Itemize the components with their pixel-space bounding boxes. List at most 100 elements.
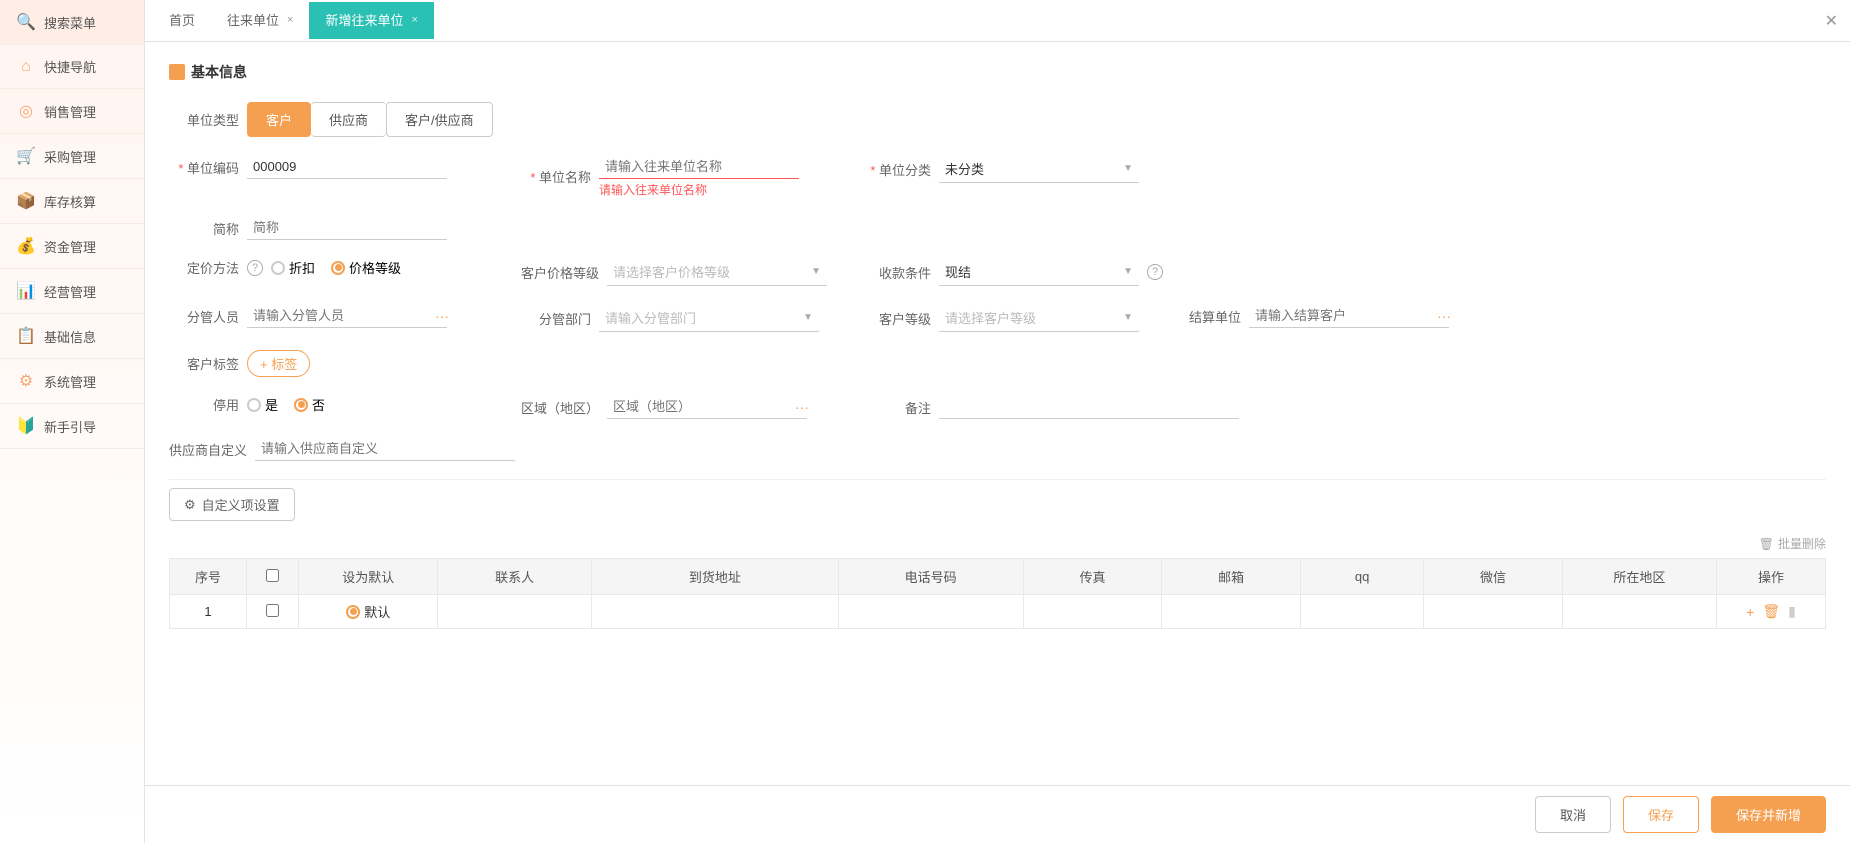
custom-settings-label: 自定义项设置 xyxy=(202,495,280,514)
add-tag-button[interactable]: + 标签 xyxy=(247,350,310,377)
address-input[interactable] xyxy=(602,604,828,619)
pricing-price-level-radio[interactable]: 价格等级 xyxy=(331,258,401,277)
sidebar-item-finance[interactable]: 💰 资金管理 xyxy=(0,224,144,269)
tab-home[interactable]: 首页 xyxy=(153,2,211,39)
tab-new-counterparty-label: 新增往来单位 xyxy=(325,10,403,29)
tab-counterparty[interactable]: 往来单位 × xyxy=(211,2,309,39)
col-default: 设为默认 xyxy=(299,559,438,595)
batch-delete-label[interactable]: 批量删除 xyxy=(1778,535,1826,552)
sidebar-item-operations[interactable]: 📊 经营管理 xyxy=(0,269,144,314)
col-checkbox xyxy=(247,559,299,595)
unit-type-both-btn[interactable]: 客户/供应商 xyxy=(386,102,493,137)
sidebar-item-guide[interactable]: 🔰 新手引导 xyxy=(0,404,144,449)
disabled-yes-label: 是 xyxy=(265,395,278,414)
tab-bar: 首页 往来单位 × 新增往来单位 × ✕ xyxy=(145,0,1850,42)
finance-icon: 💰 xyxy=(16,236,36,256)
phone-input[interactable] xyxy=(849,604,1013,619)
tab-new-counterparty[interactable]: 新增往来单位 × xyxy=(309,2,433,39)
qq-input[interactable] xyxy=(1311,604,1413,619)
unit-name-input[interactable] xyxy=(599,155,799,179)
settlement-unit-input[interactable] xyxy=(1249,304,1435,327)
region-ellipsis-btn[interactable]: ··· xyxy=(793,399,811,415)
sidebar-item-purchase[interactable]: 🛒 采购管理 xyxy=(0,134,144,179)
customer-price-level-label: 客户价格等级 xyxy=(521,263,599,282)
wechat-input[interactable] xyxy=(1434,604,1552,619)
sidebar-item-inventory[interactable]: 📦 库存核算 xyxy=(0,179,144,224)
email-input[interactable] xyxy=(1172,604,1290,619)
gear-icon: ⚙ xyxy=(184,497,196,513)
tab-counterparty-close[interactable]: × xyxy=(287,14,293,26)
unit-type-customer-btn[interactable]: 客户 xyxy=(247,102,311,137)
unit-code-label: 单位编码 xyxy=(169,158,239,177)
unit-code-input[interactable] xyxy=(247,155,447,179)
cell-qq xyxy=(1300,595,1423,629)
save-new-button[interactable]: 保存并新增 xyxy=(1711,796,1826,833)
customer-level-select[interactable]: 请选择客户等级 ▼ xyxy=(939,304,1139,332)
unit-name-input-wrap: 请输入往来单位名称 xyxy=(599,155,799,198)
supplier-custom-input[interactable] xyxy=(255,437,515,461)
cell-email xyxy=(1162,595,1301,629)
disabled-no-label: 否 xyxy=(312,395,325,414)
region-input[interactable] xyxy=(607,395,793,418)
disabled-group: 停用 是 否 xyxy=(169,395,489,414)
pricing-discount-radio[interactable]: 折扣 xyxy=(271,258,315,277)
col-area: 所在地区 xyxy=(1562,559,1716,595)
cell-area xyxy=(1562,595,1716,629)
default-radio-item[interactable]: 默认 xyxy=(309,602,427,621)
manager-input[interactable] xyxy=(247,304,433,327)
settlement-unit-group: 结算单位 ··· xyxy=(1139,304,1449,328)
disabled-no-circle xyxy=(294,398,308,412)
settlement-unit-input-wrap: ··· xyxy=(1249,304,1449,328)
default-radio-label: 默认 xyxy=(364,602,390,621)
add-row-btn[interactable]: + xyxy=(1746,604,1754,620)
delete-row-btn[interactable]: 🗑 xyxy=(1762,603,1780,620)
cancel-button[interactable]: 取消 xyxy=(1535,796,1611,833)
disabled-no-radio[interactable]: 否 xyxy=(294,395,325,414)
disabled-label: 停用 xyxy=(169,395,239,414)
unit-type-supplier-btn[interactable]: 供应商 xyxy=(311,102,386,137)
select-all-checkbox[interactable] xyxy=(266,569,279,582)
manager-row: 分管人员 ··· 分管部门 请输入分管部门 ▼ 客户等级 请选择客户等级 ▼ xyxy=(169,304,1826,332)
settlement-unit-ellipsis-btn[interactable]: ··· xyxy=(1435,308,1453,324)
unit-category-value: 未分类 xyxy=(945,159,984,178)
abbreviation-input[interactable] xyxy=(247,216,447,240)
custom-settings-button[interactable]: ⚙ 自定义项设置 xyxy=(169,488,295,521)
cell-wechat xyxy=(1424,595,1563,629)
sidebar-search[interactable]: 🔍 搜索菜单 xyxy=(0,0,144,45)
customer-tags-label: 客户标签 xyxy=(169,354,239,373)
manager-group: 分管人员 ··· xyxy=(169,304,489,328)
default-radio-circle xyxy=(346,605,360,619)
payment-terms-select[interactable]: 现结 ▼ xyxy=(939,258,1139,286)
global-close-button[interactable]: ✕ xyxy=(1825,11,1838,31)
row-checkbox[interactable] xyxy=(266,604,279,617)
customer-level-label: 客户等级 xyxy=(861,309,931,328)
cell-contact xyxy=(438,595,592,629)
customer-price-level-select[interactable]: 请选择客户价格等级 ▼ xyxy=(607,258,827,286)
sidebar-item-label: 库存核算 xyxy=(44,192,96,211)
unit-category-select[interactable]: 未分类 ▼ xyxy=(939,155,1139,183)
section-icon xyxy=(169,64,185,80)
unit-type-buttons: 客户 供应商 客户/供应商 xyxy=(247,102,493,137)
tab-new-counterparty-close[interactable]: × xyxy=(411,14,417,26)
fax-input[interactable] xyxy=(1034,604,1152,619)
unit-type-row: 单位类型 客户 供应商 客户/供应商 xyxy=(169,102,1826,137)
remark-input[interactable] xyxy=(939,395,1239,419)
customer-tags-group: 客户标签 + 标签 xyxy=(169,350,1826,377)
contact-input[interactable] xyxy=(448,604,581,619)
payment-terms-help-icon[interactable]: ? xyxy=(1147,264,1163,280)
pricing-price-level-label: 价格等级 xyxy=(349,258,401,277)
pricing-method-help-icon[interactable]: ? xyxy=(247,260,263,276)
main-content: 首页 往来单位 × 新增往来单位 × ✕ 基本信息 单位类型 客户 供应商 客户… xyxy=(145,0,1850,843)
department-select[interactable]: 请输入分管部门 ▼ xyxy=(599,304,819,332)
area-input[interactable] xyxy=(1573,604,1706,619)
settlement-unit-label: 结算单位 xyxy=(1171,307,1241,326)
sidebar-item-quick-nav[interactable]: ⌂ 快捷导航 xyxy=(0,45,144,89)
sidebar-item-system[interactable]: ⚙ 系统管理 xyxy=(0,359,144,404)
save-button[interactable]: 保存 xyxy=(1623,796,1699,833)
department-chevron: ▼ xyxy=(803,312,813,323)
remark-group: 备注 xyxy=(829,395,1239,419)
sidebar-item-basic-info[interactable]: 📋 基础信息 xyxy=(0,314,144,359)
sidebar-item-sales[interactable]: ◎ 销售管理 xyxy=(0,89,144,134)
manager-ellipsis-btn[interactable]: ··· xyxy=(433,308,451,324)
disabled-yes-radio[interactable]: 是 xyxy=(247,395,278,414)
